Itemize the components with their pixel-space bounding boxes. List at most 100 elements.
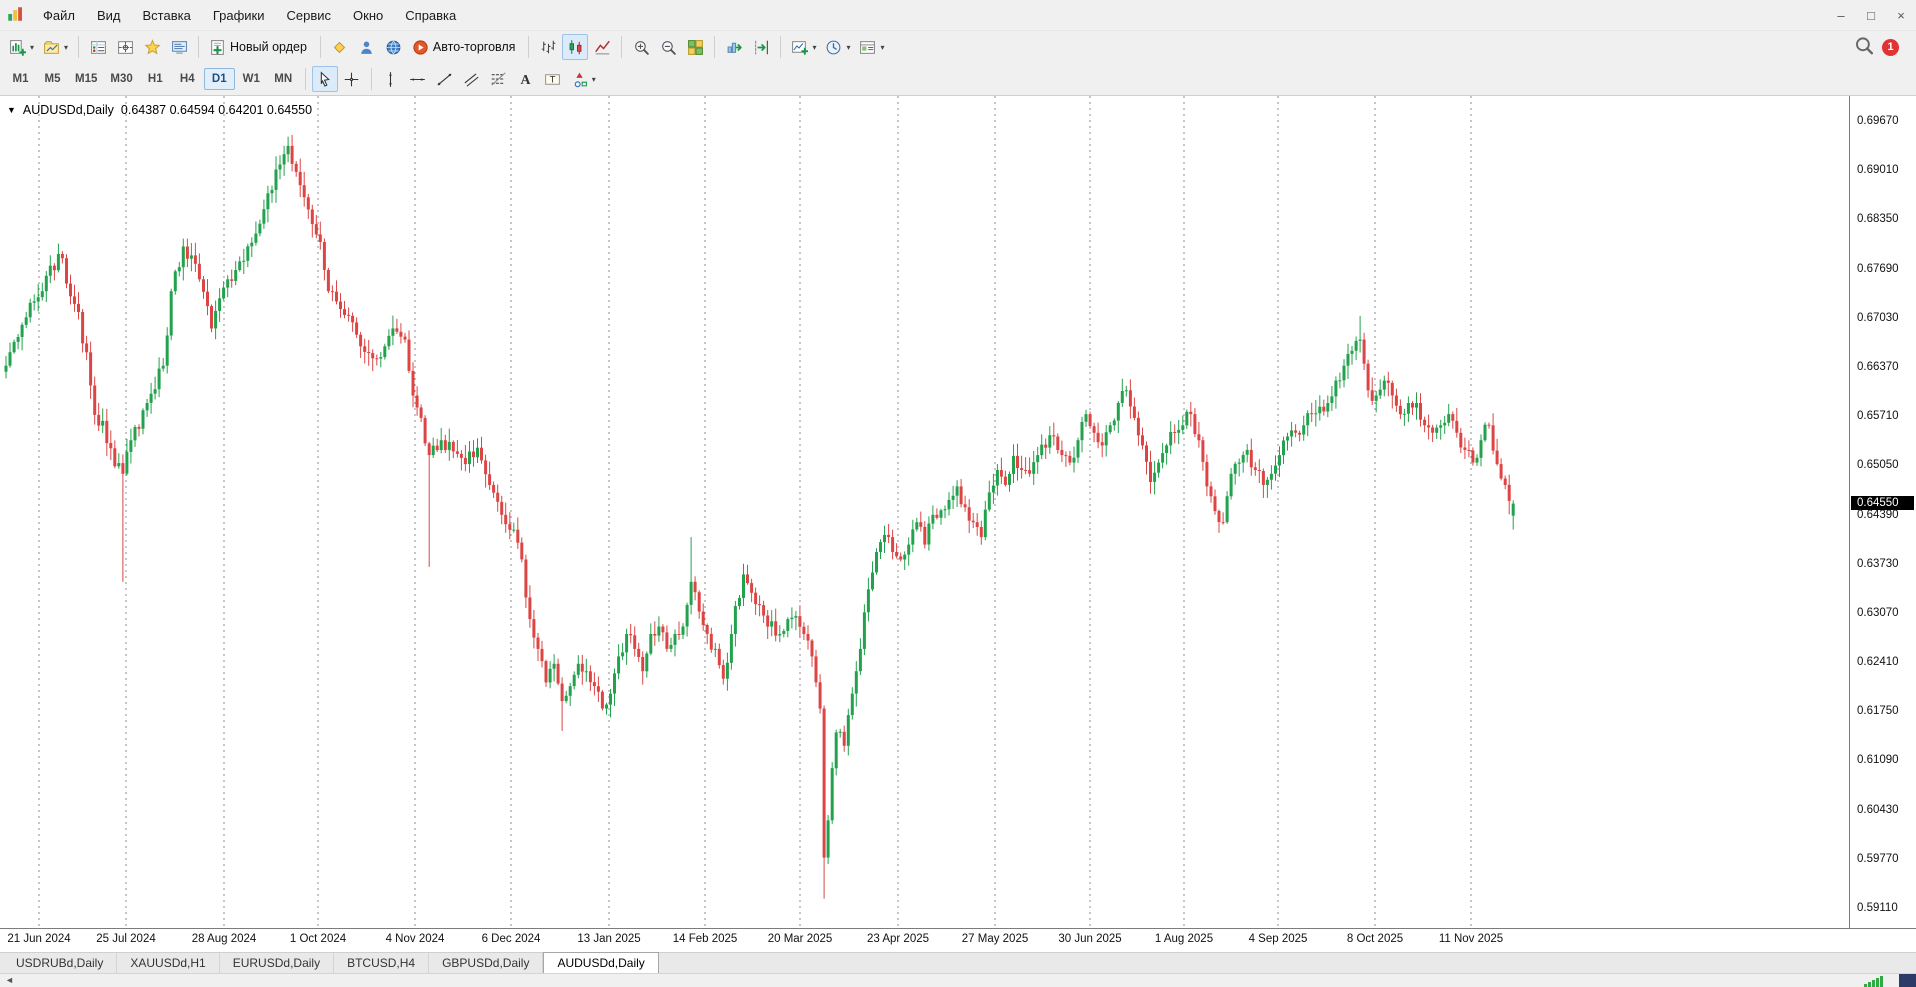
timeframe-d1[interactable]: D1 [203, 68, 235, 90]
autotrade-button[interactable]: Авто-торговля [408, 34, 523, 60]
indicators-button[interactable]: ▾ [787, 34, 820, 60]
menu-tools[interactable]: Сервис [276, 0, 343, 30]
timeframe-h4[interactable]: H4 [172, 68, 203, 90]
autoscroll-button[interactable] [721, 34, 747, 60]
notifications-badge[interactable]: 1 [1882, 38, 1899, 56]
chart-new-icon [10, 39, 26, 56]
main-menu: Файл Вид Вставка Графики Сервис Окно Справка [32, 0, 467, 30]
tab-eurusdd-daily[interactable]: EURUSDd,Daily [219, 953, 335, 973]
equidistant-channel-tool[interactable] [459, 66, 485, 92]
community-button[interactable] [381, 34, 407, 60]
shapes-tool[interactable]: ▾ [567, 66, 600, 92]
zoom-out-button[interactable] [655, 34, 681, 60]
tab-xauusdd-h1[interactable]: XAUUSDd,H1 [117, 953, 220, 973]
indicators-icon [792, 40, 809, 55]
toolbox-button[interactable] [166, 34, 192, 60]
timeframe-m15[interactable]: M15 [69, 68, 103, 90]
time-axis[interactable]: 21 Jun 2024 25 Jul 2024 28 Aug 2024 1 Oct 2… [0, 928, 1916, 952]
bars-chart-button[interactable] [535, 34, 561, 60]
symbol-dropdown-icon[interactable]: ▼ [7, 105, 16, 115]
zoom-in-button[interactable] [628, 34, 654, 60]
time-tick: 1 Oct 2024 [289, 933, 347, 945]
periods-button[interactable]: ▾ [821, 34, 854, 60]
new-order-icon [211, 39, 224, 55]
tab-audusdd-daily[interactable]: AUDUSDd,Daily [543, 952, 659, 973]
search-icon[interactable] [1854, 36, 1873, 58]
menu-charts[interactable]: Графики [202, 0, 276, 30]
metaeditor-icon [334, 41, 346, 53]
clock-icon [827, 40, 841, 54]
signal-bar [1868, 981, 1871, 987]
data-window-button[interactable] [112, 34, 138, 60]
template-icon [860, 40, 876, 54]
timeframe-mn[interactable]: MN [268, 68, 299, 90]
chart-symbol-period: AUDUSDd,Daily [22, 103, 114, 117]
restore-button[interactable]: □ [1856, 0, 1886, 30]
chart-shift-icon [755, 40, 768, 54]
chart-window: ▼ AUDUSDd,Daily 0.64387 0.64594 0.64201 … [0, 96, 1916, 952]
connection-signal-icon [1864, 975, 1883, 987]
navigator-button[interactable] [139, 34, 165, 60]
price-axis[interactable]: 0.69670 0.69010 0.68350 0.67690 0.67030 0.663… [1849, 96, 1916, 928]
fibonacci-tool[interactable] [486, 66, 512, 92]
tile-windows-button[interactable] [682, 34, 708, 60]
svg-text:T: T [550, 74, 556, 85]
toolbar-separator [780, 36, 782, 58]
new-chart-button[interactable]: ▾ [5, 34, 38, 60]
profiles-icon [44, 40, 59, 54]
signal-bar [1876, 977, 1879, 987]
menu-view[interactable]: Вид [86, 0, 132, 30]
candles-chart-button[interactable] [562, 34, 589, 60]
templates-button[interactable]: ▾ [855, 34, 888, 60]
close-button[interactable]: × [1886, 0, 1916, 30]
profiles-button[interactable]: ▾ [39, 34, 72, 60]
chart-bars-icon [541, 40, 556, 53]
chevron-down-icon: ▾ [591, 74, 596, 84]
tab-gbpusdd-daily[interactable]: GBPUSDd,Daily [429, 953, 544, 973]
minimize-button[interactable]: – [1826, 0, 1856, 30]
crosshair-tool[interactable] [339, 66, 365, 92]
chart-plot[interactable] [0, 96, 1849, 928]
channel-icon [464, 73, 479, 86]
timeframe-w1[interactable]: W1 [236, 68, 267, 90]
market-watch-button[interactable] [85, 34, 111, 60]
menu-window[interactable]: Окно [342, 0, 394, 30]
hline-icon [410, 77, 426, 81]
metaeditor-button[interactable] [327, 34, 353, 60]
tab-usdrubd-daily[interactable]: USDRUBd,Daily [3, 953, 118, 973]
timeframe-m5[interactable]: M5 [37, 68, 68, 90]
menu-help[interactable]: Справка [394, 0, 467, 30]
time-tick: 4 Nov 2024 [385, 933, 445, 945]
navigator-icon [143, 38, 161, 55]
tab-btcusd-h4[interactable]: BTCUSD,H4 [334, 953, 430, 973]
tab-scroll-left-icon[interactable]: ◄ [0, 974, 19, 987]
new-order-button[interactable]: Новый ордер [205, 34, 314, 60]
line-chart-button[interactable] [589, 34, 615, 60]
time-tick: 11 Nov 2025 [1438, 933, 1504, 945]
price-tick: 0.67030 [1857, 311, 1899, 324]
timeframe-m30[interactable]: M30 [104, 68, 138, 90]
cursor-tool[interactable] [311, 66, 338, 92]
timeframes-and-objects-toolbar: M1 M5 M15 M30 H1 H4 D1 W1 MN A T ▾ [0, 63, 1916, 96]
menu-insert[interactable]: Вставка [132, 0, 202, 30]
toolbar-separator [304, 68, 306, 90]
time-tick: 14 Feb 2025 [672, 933, 738, 945]
label-tool[interactable]: T [540, 66, 566, 92]
timeframe-m1[interactable]: M1 [5, 68, 36, 90]
menu-file[interactable]: Файл [32, 0, 86, 30]
standard-toolbar: ▾ ▾ Новый ордер Авто-торговля ▾ ▾ ▾ 1 [0, 30, 1916, 63]
chart-shift-button[interactable] [748, 34, 774, 60]
crosshair-icon [344, 72, 359, 86]
text-tool[interactable]: A [513, 66, 539, 92]
horizontal-line-tool[interactable] [405, 66, 431, 92]
window-controls: – □ × [1826, 0, 1916, 30]
menu-bar: Файл Вид Вставка Графики Сервис Окно Справка –… [0, 0, 1916, 30]
chevron-down-icon: ▾ [812, 42, 817, 52]
trendline-tool[interactable] [432, 66, 458, 92]
price-tick: 0.59770 [1857, 852, 1899, 865]
autotrade-button-label: Авто-торговля [432, 40, 516, 54]
toolbar-separator [319, 36, 321, 58]
algo-trading-editor-button[interactable] [354, 34, 380, 60]
vertical-line-tool[interactable] [378, 66, 404, 92]
timeframe-h1[interactable]: H1 [140, 68, 171, 90]
